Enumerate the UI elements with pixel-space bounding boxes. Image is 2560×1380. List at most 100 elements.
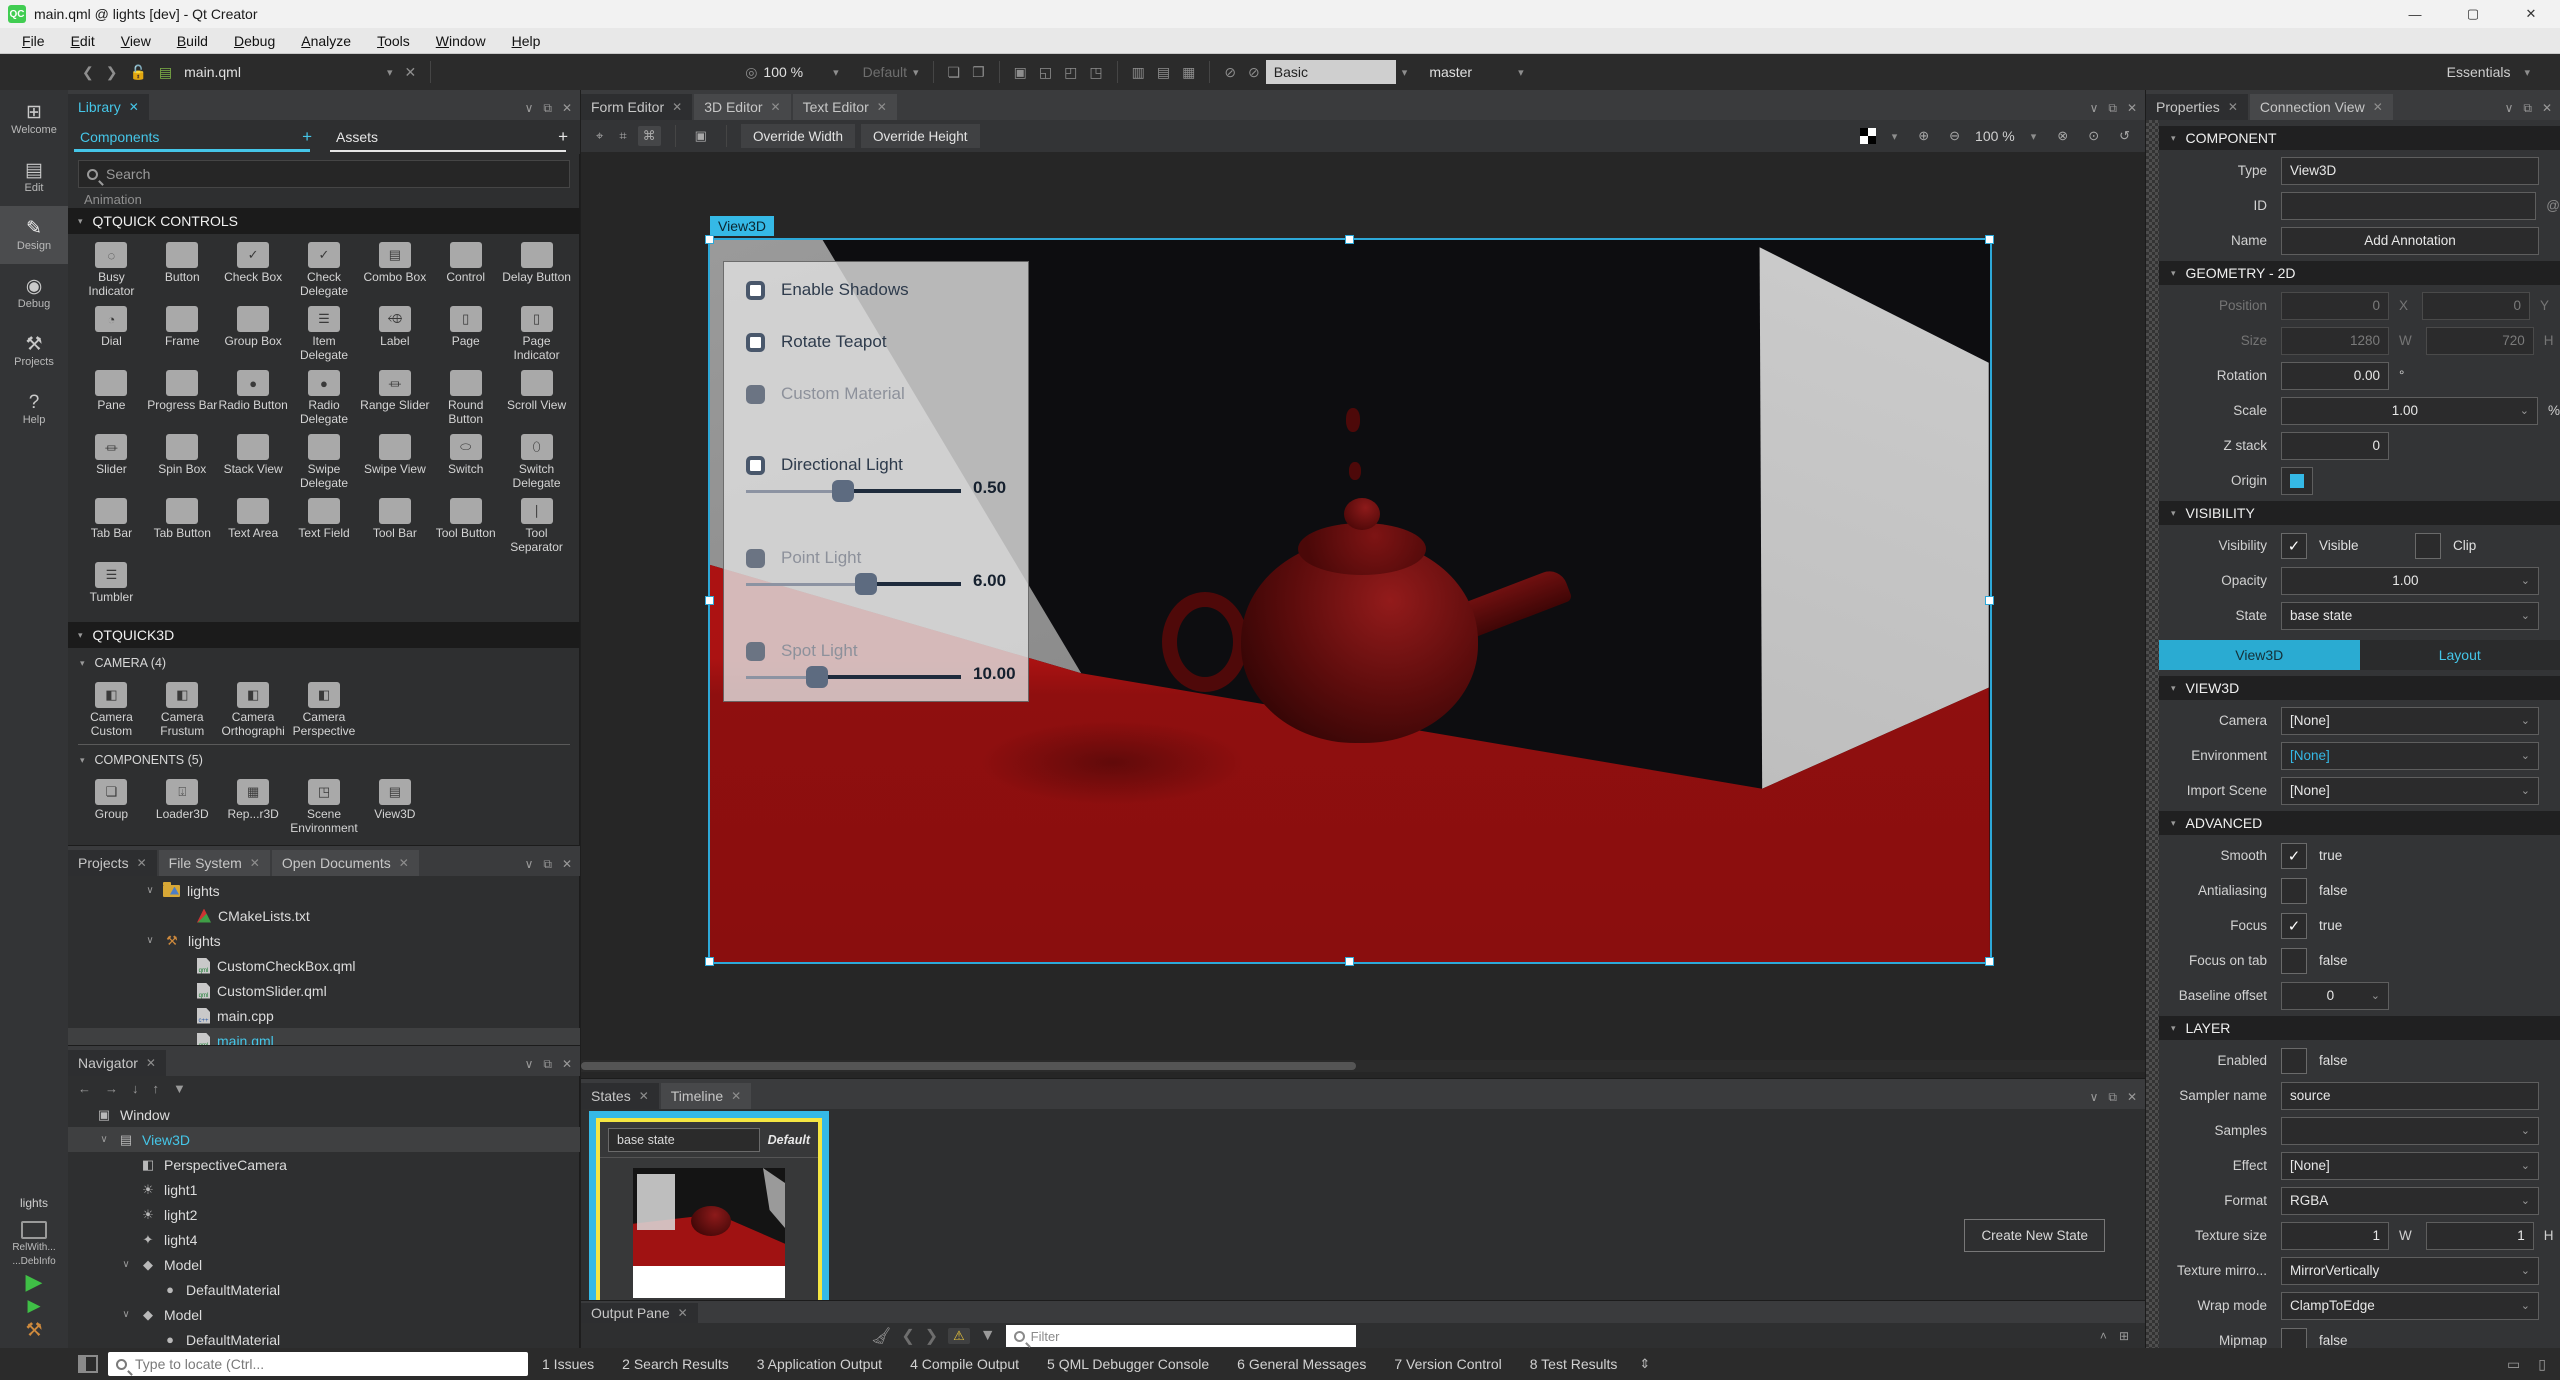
library-item[interactable]: Spin Box: [147, 430, 218, 492]
prop-checkbox-visible[interactable]: ✓: [2281, 532, 2307, 559]
props-section-component[interactable]: ▾ COMPONENT: [2159, 126, 2560, 150]
library-item[interactable]: ☰ Item Delegate: [289, 302, 360, 364]
library-item[interactable]: Text Field: [289, 494, 360, 556]
tab-timeline[interactable]: Timeline ✕: [660, 1083, 752, 1109]
prop-select-opacity[interactable]: 1.00 ⌄: [2281, 566, 2539, 595]
library-item[interactable]: ⬭ Switch: [430, 430, 501, 492]
move-down-icon[interactable]: ↓: [132, 1081, 139, 1096]
prop-select-state[interactable]: base state ⌄: [2281, 601, 2539, 630]
chevron-down-icon[interactable]: ▾: [1886, 130, 1904, 143]
properties-subtab-view3d[interactable]: View3D: [2159, 640, 2360, 670]
library-item[interactable]: ⬯ Switch Delegate: [501, 430, 572, 492]
close-icon[interactable]: ✕: [146, 1056, 156, 1070]
prop-checkbox-focus[interactable]: ✓: [2281, 912, 2307, 939]
build-button[interactable]: ⚒: [25, 1319, 42, 1342]
back-icon[interactable]: ❮: [76, 64, 100, 81]
library-item[interactable]: Scroll View: [501, 366, 572, 428]
menu-build[interactable]: Build: [165, 31, 220, 51]
tab-states[interactable]: States ✕: [581, 1083, 659, 1109]
prop-select-format[interactable]: RGBA ⌄: [2281, 1186, 2539, 1215]
filter-icon[interactable]: ▼: [173, 1081, 186, 1096]
checkbox-directional-light[interactable]: [746, 455, 765, 475]
prop-checkbox-enabled[interactable]: [2281, 1047, 2307, 1074]
tree-row-defaultmaterial[interactable]: ● DefaultMaterial: [68, 1277, 580, 1302]
prop-input-sampler name[interactable]: source: [2281, 1081, 2539, 1110]
slider-handle[interactable]: [832, 480, 854, 502]
style-name-input[interactable]: Basic: [1265, 60, 1396, 84]
list-view-icon[interactable]: ▥: [1126, 64, 1151, 81]
prop-checkbox-mipmap[interactable]: [2281, 1327, 2307, 1348]
close-icon[interactable]: ✕: [672, 100, 682, 114]
prev-icon[interactable]: ❮: [901, 1326, 914, 1346]
popout-panel-icon[interactable]: ⧉: [2108, 1090, 2117, 1105]
close-icon[interactable]: ✕: [137, 856, 147, 870]
checkbox-rotate-teapot[interactable]: [746, 332, 765, 352]
slider-spot-light[interactable]: 10.00: [746, 664, 1016, 688]
export-icon[interactable]: ❏: [942, 64, 967, 81]
prop-select-camera[interactable]: [None] ⌄: [2281, 706, 2539, 735]
library-item[interactable]: Pane: [76, 366, 147, 428]
menu-window[interactable]: Window: [424, 31, 498, 51]
library-item[interactable]: ▯ Page: [430, 302, 501, 364]
collapse-panel-icon[interactable]: ∨: [2090, 1090, 2099, 1105]
menu-file[interactable]: File: [10, 31, 57, 51]
collapse-panel-icon[interactable]: ∨: [2505, 101, 2514, 116]
close-button[interactable]: ✕: [2502, 0, 2560, 28]
tree-row-customslider-qml[interactable]: CustomSlider.qml: [68, 978, 580, 1003]
close-panel-icon[interactable]: ✕: [562, 1057, 572, 1072]
grid-view-icon[interactable]: ▦: [1176, 64, 1201, 81]
snap-items-icon[interactable]: ⌘: [637, 126, 661, 146]
statusbar-3-application-output[interactable]: 3 Application Output: [743, 1356, 896, 1372]
close-icon[interactable]: ✕: [771, 100, 781, 114]
section-header-qtquick3d[interactable]: ▾ QTQUICK3D: [68, 622, 580, 648]
toggle-sidebar-icon[interactable]: [78, 1355, 98, 1373]
popout-output-icon[interactable]: ⊞: [2119, 1329, 2129, 1343]
properties-scrollbar[interactable]: [2146, 120, 2159, 1348]
prop-input-z stack[interactable]: 0: [2281, 431, 2389, 460]
prop-input-1[interactable]: 1: [2281, 1221, 2389, 1250]
properties-subtab-layout[interactable]: Layout: [2359, 640, 2560, 670]
reset-zoom-icon[interactable]: ↺: [2114, 126, 2135, 146]
library-item[interactable]: Text Area: [218, 494, 289, 556]
add-components-icon[interactable]: +: [302, 127, 312, 147]
close-icon[interactable]: ✕: [250, 856, 260, 870]
column-view-icon[interactable]: ▤: [1151, 64, 1176, 81]
show-bounds-icon[interactable]: ▣: [690, 126, 712, 146]
close-icon[interactable]: ✕: [2228, 100, 2238, 114]
library-item[interactable]: Group Box: [218, 302, 289, 364]
origin-selector[interactable]: [2281, 466, 2313, 495]
form-zoom-value[interactable]: 100 %: [1975, 128, 2015, 144]
canvas-zoom-value[interactable]: 100 %: [763, 64, 803, 80]
output-filter-input[interactable]: Filter: [1005, 1325, 1356, 1347]
override-height-button[interactable]: Override Height: [860, 124, 980, 148]
snap-anchors-icon[interactable]: ⌗: [614, 126, 631, 146]
zoom-selection-icon[interactable]: ⊗: [2052, 126, 2073, 146]
library-item[interactable]: ◧ Camera Frustum: [147, 678, 218, 740]
close-icon[interactable]: ✕: [678, 1306, 688, 1320]
library-search-input[interactable]: Search: [78, 160, 570, 188]
anchor-icon[interactable]: ❐: [966, 64, 991, 81]
tab-navigator[interactable]: Navigator ✕: [68, 1050, 166, 1076]
next-icon[interactable]: ❯: [925, 1326, 938, 1346]
locator-input[interactable]: Type to locate (Ctrl...: [108, 1352, 528, 1376]
library-item[interactable]: ✓ Check Delegate: [289, 238, 360, 300]
minimize-button[interactable]: —: [2386, 0, 2444, 28]
mode-design[interactable]: ✎ Design: [0, 206, 68, 264]
menu-help[interactable]: Help: [500, 31, 553, 51]
popout-panel-icon[interactable]: ⧉: [543, 101, 552, 116]
collapse-panel-icon[interactable]: ∨: [525, 857, 534, 872]
close-icon[interactable]: ✕: [129, 100, 139, 114]
prop-select-texture-mirro-[interactable]: MirrorVertically ⌄: [2281, 1256, 2539, 1285]
checkbox-spot-light[interactable]: [746, 641, 765, 661]
prop-checkbox-focus-on-tab[interactable]: [2281, 947, 2307, 974]
prop-select-environment[interactable]: [None] ⌄: [2281, 741, 2539, 770]
library-item[interactable]: Tool Bar: [359, 494, 430, 556]
mode-projects[interactable]: ⚒ Projects: [0, 322, 68, 380]
tab-assets[interactable]: Assets +: [324, 120, 580, 154]
run-button[interactable]: ▶: [26, 1269, 43, 1294]
create-new-state-button[interactable]: Create New State: [1964, 1219, 2105, 1252]
library-item[interactable]: ◌ Busy Indicator: [76, 238, 147, 300]
popout-panel-icon[interactable]: ⧉: [543, 857, 552, 872]
tab-projects[interactable]: Projects ✕: [68, 850, 157, 876]
props-section-layer[interactable]: ▾ LAYER: [2159, 1016, 2560, 1040]
